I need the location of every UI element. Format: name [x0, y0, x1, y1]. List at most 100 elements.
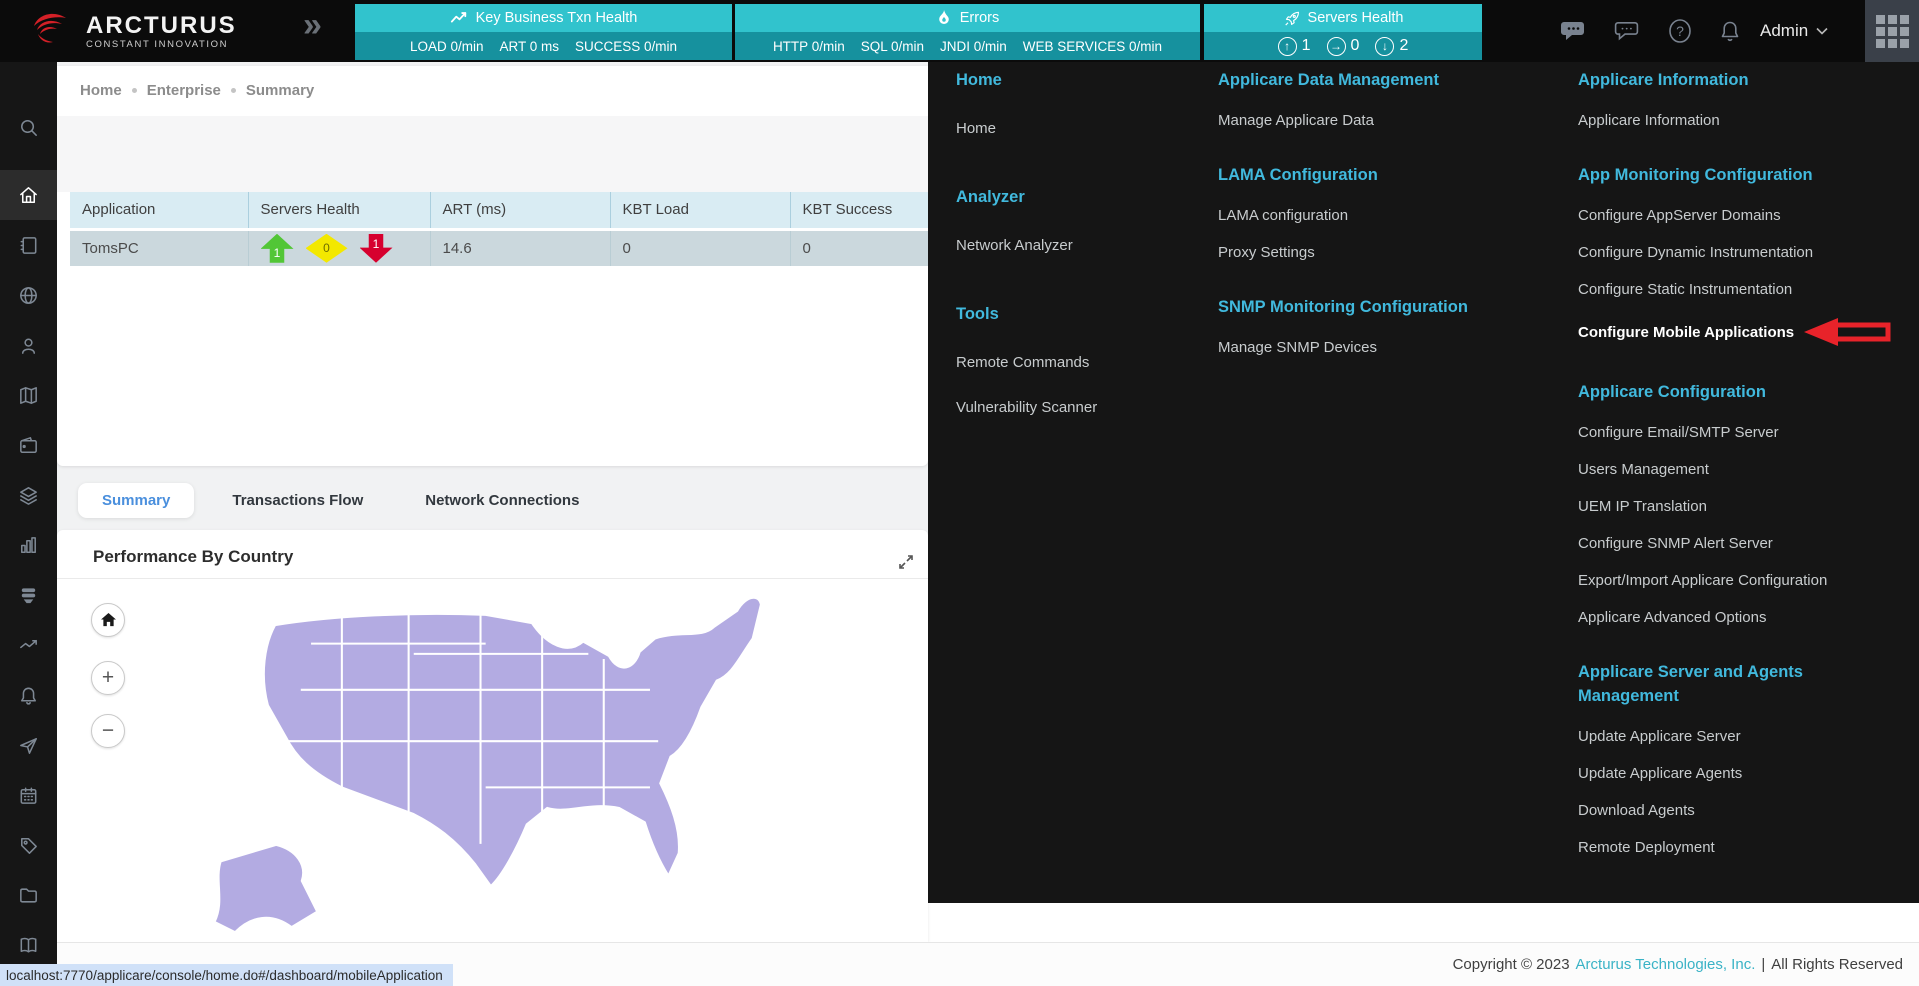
sidebar-item-send[interactable] [0, 720, 57, 770]
panel-stats: ↑ 1 → 0 ↓ 2 [1204, 32, 1482, 60]
servers-health-cell[interactable]: 1 0 1 [248, 229, 431, 266]
breadcrumb-item[interactable]: Enterprise [147, 82, 221, 99]
kbt-health-panel[interactable]: Key Business Txn Health LOAD 0/min ART 0 … [355, 4, 732, 60]
admin-user-menu[interactable]: Admin [1760, 0, 1828, 62]
menu-item-update-applicare-server[interactable]: Update Applicare Server [1578, 718, 1908, 755]
errors-panel[interactable]: Errors HTTP 0/min SQL 0/min JNDI 0/min WEB … [735, 4, 1200, 60]
tab-network-connections[interactable]: Network Connections [401, 483, 603, 518]
home-icon [20, 186, 37, 203]
menu-item-label: Proxy Settings [1218, 244, 1315, 261]
chat-filled-icon[interactable] [1560, 17, 1588, 45]
map-zoom-out-button[interactable]: − [91, 714, 125, 748]
arrow-up-icon: ↑ [1277, 36, 1297, 56]
menu-item-applicare-information[interactable]: Applicare Information [1578, 102, 1908, 139]
sidebar-item-users[interactable] [0, 320, 57, 370]
sidebar-item-notifications[interactable] [0, 670, 57, 720]
column-header[interactable]: ART (ms) [430, 192, 611, 231]
menu-item-label: Vulnerability Scanner [956, 399, 1098, 416]
sidebar-item-tag[interactable] [0, 820, 57, 870]
menu-item-configure-dynamic-instrumentation[interactable]: Configure Dynamic Instrumentation [1578, 234, 1908, 271]
menu-item-manage-snmp-devices[interactable]: Manage SNMP Devices [1218, 329, 1518, 366]
menu-item-applicare-advanced-options[interactable]: Applicare Advanced Options [1578, 599, 1908, 636]
tab-summary[interactable]: Summary [78, 483, 195, 518]
sidebar-item-bar-chart[interactable] [0, 520, 57, 570]
sidebar-item-book[interactable] [0, 920, 57, 970]
menu-section: Applicare Server and Agents Management U… [1578, 660, 1908, 866]
menu-item-vulnerability-scanner[interactable]: Vulnerability Scanner [956, 385, 1171, 430]
menu-item-home[interactable]: Home [956, 106, 1171, 151]
sidebar-item-layers[interactable] [0, 470, 57, 520]
sidebar-item-trend[interactable] [0, 620, 57, 670]
menu-item-uem-ip-translation[interactable]: UEM IP Translation [1578, 488, 1908, 525]
applications-table: Application Servers Health ART (ms) KBT Loa… [70, 192, 928, 266]
menu-item-label: Applicare Advanced Options [1578, 609, 1767, 626]
sidebar-item-database[interactable] [0, 570, 57, 620]
apps-grid-icon[interactable] [1865, 0, 1919, 62]
status-url: localhost:7770/applicare/console/home.do… [6, 967, 443, 983]
menu-item-remote-commands[interactable]: Remote Commands [956, 340, 1171, 385]
send-icon [20, 737, 37, 754]
metric-value: JNDI 0/min [939, 38, 1007, 54]
panel-metrics: HTTP 0/min SQL 0/min JNDI 0/min WEB SERVICE… [735, 32, 1200, 60]
menu-item-remote-deployment[interactable]: Remote Deployment [1578, 829, 1908, 866]
application-cell[interactable]: TomsPC [70, 229, 249, 266]
menu-item-users-management[interactable]: Users Management [1578, 451, 1908, 488]
table-row[interactable]: TomsPC 1 0 1 14.6 0 0 [70, 229, 928, 266]
menu-item-proxy-settings[interactable]: Proxy Settings [1218, 234, 1518, 271]
column-header[interactable]: KBT Success [790, 192, 928, 231]
menu-item-configure-snmp-alert-server[interactable]: Configure SNMP Alert Server [1578, 525, 1908, 562]
chat-outline-icon[interactable] [1613, 17, 1641, 45]
menu-item-label: UEM IP Translation [1578, 498, 1707, 515]
performance-by-country-card: Performance By Country + − [57, 530, 928, 942]
sidebar-item-wallet[interactable] [0, 420, 57, 470]
expand-icon[interactable] [898, 554, 914, 575]
map-icon [20, 386, 37, 404]
sidebar-item-map[interactable] [0, 370, 57, 420]
breadcrumb-item[interactable]: Home [80, 82, 122, 99]
us-country-map[interactable] [177, 582, 897, 942]
bell-icon[interactable] [1716, 17, 1744, 45]
map-home-button[interactable] [91, 603, 125, 637]
panel-title: Errors [959, 10, 1000, 26]
column-header[interactable]: Servers Health [248, 192, 431, 231]
rocket-icon [1284, 11, 1299, 25]
menu-item-configure-mobile-applications[interactable]: Configure Mobile Applications [1578, 308, 1908, 356]
menu-item-network-analyzer[interactable]: Network Analyzer [956, 223, 1171, 268]
metric-value: LOAD 0/min [409, 38, 484, 54]
breadcrumb-item[interactable]: Summary [246, 82, 314, 99]
metric-value: ART 0 ms [499, 38, 560, 54]
menu-item-lama-configuration[interactable]: LAMA configuration [1218, 197, 1518, 234]
menu-item-manage-applicare-data[interactable]: Manage Applicare Data [1218, 102, 1518, 139]
help-icon[interactable]: ? [1666, 17, 1694, 45]
sidebar-item-folder[interactable] [0, 870, 57, 920]
sidebar-item-calendar[interactable] [0, 770, 57, 820]
search-icon [21, 119, 37, 136]
menu-item-label: Configure Static Instrumentation [1578, 281, 1793, 298]
sidebar-expand-chevrons[interactable]: » [303, 6, 322, 45]
sidebar-item-globe[interactable] [0, 270, 57, 320]
menu-heading: SNMP Monitoring Configuration [1218, 298, 1468, 316]
menu-heading: App Monitoring Configuration [1578, 166, 1813, 184]
folder-icon [20, 887, 37, 903]
column-header[interactable]: KBT Load [610, 192, 791, 231]
company-link[interactable]: Arcturus Technologies, Inc. [1576, 956, 1756, 973]
footer-separator: | [1761, 956, 1766, 973]
alaska-region[interactable] [213, 843, 319, 934]
menu-item-configure-appserver-domains[interactable]: Configure AppServer Domains [1578, 197, 1908, 234]
menu-item-configure-static-instrumentation[interactable]: Configure Static Instrumentation [1578, 271, 1908, 308]
panel-metrics: LOAD 0/min ART 0 ms SUCCESS 0/min [355, 32, 732, 60]
servers-health-panel[interactable]: Servers Health ↑ 1 → 0 ↓ 2 [1204, 4, 1482, 60]
tab-transactions-flow[interactable]: Transactions Flow [208, 483, 387, 518]
sidebar-item-notebook[interactable] [0, 220, 57, 270]
map-zoom-in-button[interactable]: + [91, 661, 125, 695]
menu-item-configure-email-smtp-server[interactable]: Configure Email/SMTP Server [1578, 414, 1908, 451]
sidebar-item-home[interactable] [0, 170, 57, 220]
menu-item-export-import-applicare-configuration[interactable]: Export/Import Applicare Configuration [1578, 562, 1908, 599]
menu-item-label: Update Applicare Agents [1578, 765, 1743, 782]
sidebar-item-search[interactable] [0, 102, 57, 152]
menu-heading: Home [956, 71, 1002, 89]
column-header[interactable]: Application [70, 192, 249, 231]
menu-item-download-agents[interactable]: Download Agents [1578, 792, 1908, 829]
menu-section: Analyzer Network Analyzer [956, 185, 1171, 268]
menu-item-update-applicare-agents[interactable]: Update Applicare Agents [1578, 755, 1908, 792]
